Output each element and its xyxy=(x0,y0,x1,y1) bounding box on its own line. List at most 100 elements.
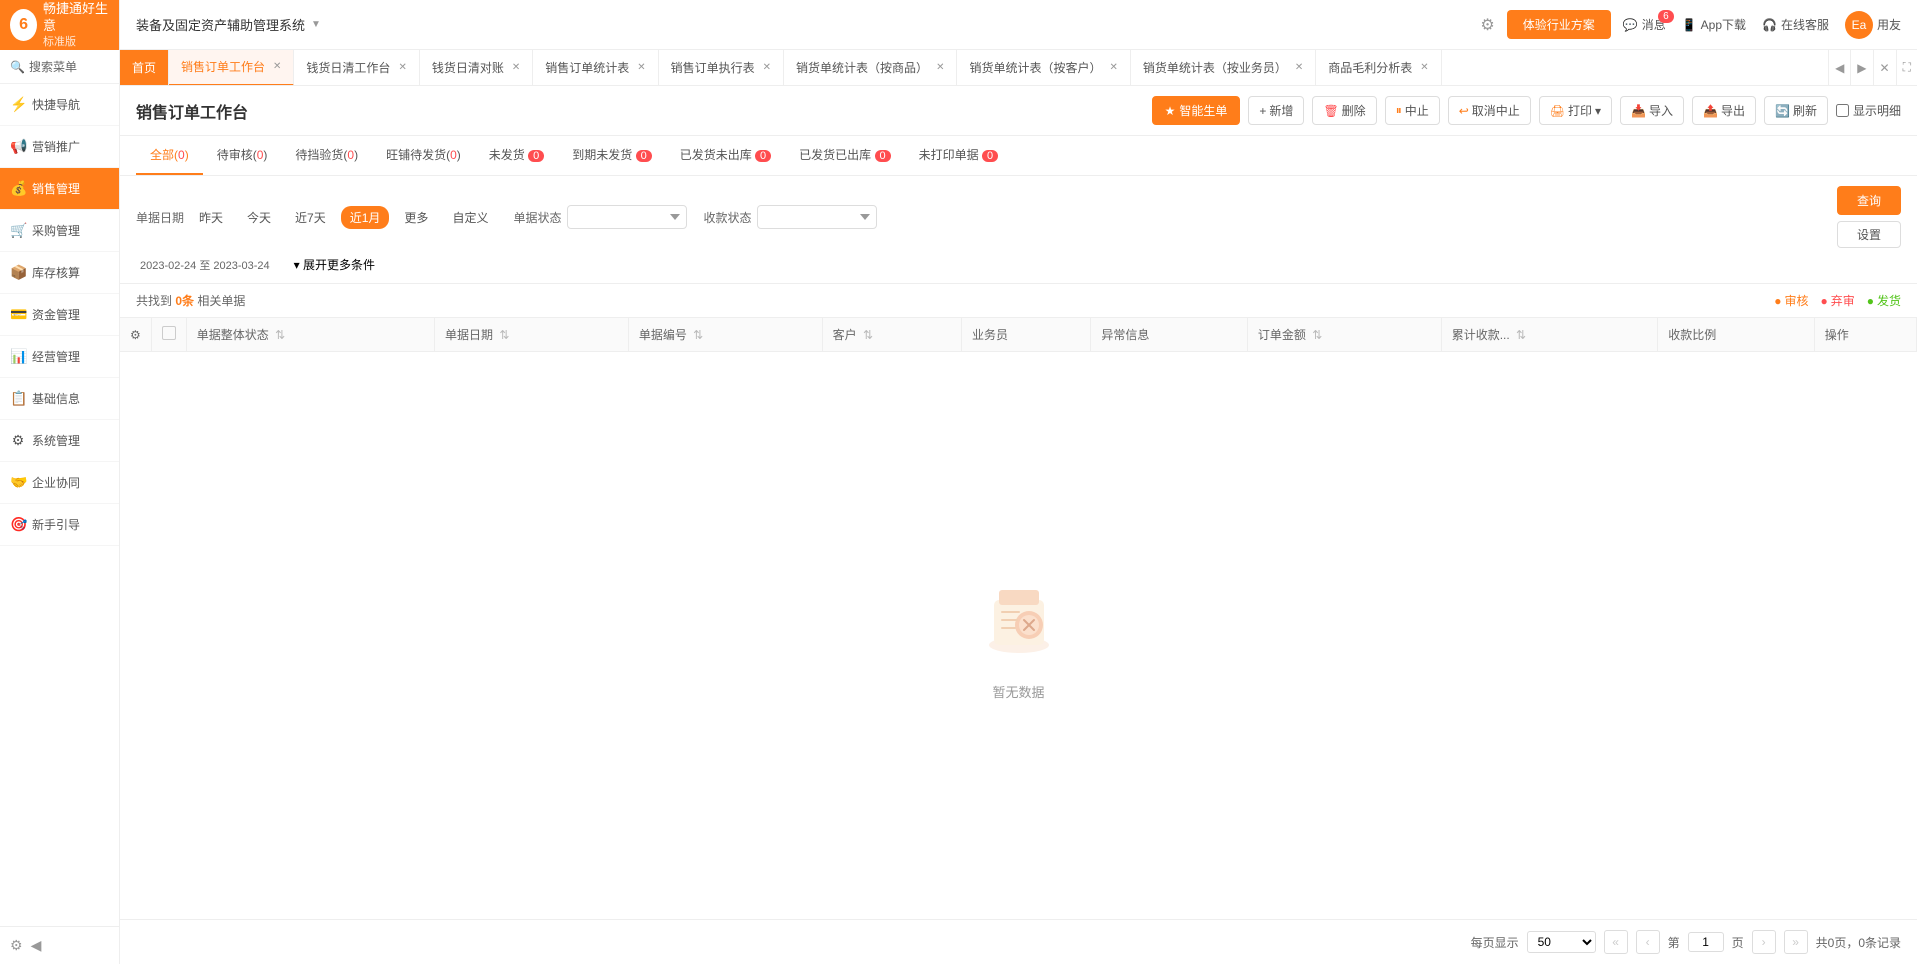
delete-icon: 🗑 xyxy=(1323,104,1338,118)
export-btn[interactable]: 📤 导出 xyxy=(1692,96,1756,125)
tab-next-btn[interactable]: ▶ xyxy=(1850,50,1872,86)
add-btn[interactable]: + 新增 xyxy=(1248,96,1304,125)
select-all-checkbox[interactable] xyxy=(162,326,176,340)
sidebar-collapse-icon[interactable]: ◀ xyxy=(31,937,42,954)
col-collected[interactable]: 累计收款... ⇅ xyxy=(1441,318,1658,352)
sidebar-item-finance[interactable]: 💳 资金管理 xyxy=(0,294,119,336)
sidebar-item-purchase[interactable]: 🛒 采购管理 xyxy=(0,210,119,252)
date-btn-yesterday[interactable]: 昨天 xyxy=(190,206,232,229)
col-customer[interactable]: 客户 ⇅ xyxy=(822,318,961,352)
col-number[interactable]: 单据编号 ⇅ xyxy=(628,318,822,352)
subtab-not-shipped[interactable]: 未发货 0 xyxy=(475,136,558,175)
col-abnormal[interactable]: 异常信息 xyxy=(1091,318,1248,352)
tab-gross-profit[interactable]: 商品毛利分析表 ✕ xyxy=(1316,50,1441,86)
tab-goods-stats-salesperson[interactable]: 销货单统计表（按业务员） ✕ xyxy=(1131,50,1316,86)
date-btn-custom[interactable]: 自定义 xyxy=(443,206,497,229)
page-prev-btn[interactable]: ‹ xyxy=(1636,930,1660,954)
expand-more-btn[interactable]: ▾ 展开更多条件 xyxy=(294,256,375,273)
online-service-btn[interactable]: 🎧 在线客服 xyxy=(1762,16,1829,33)
sidebar-item-sales[interactable]: 💰 销售管理 xyxy=(0,168,119,210)
sidebar-item-marketing[interactable]: 📢 营销推广 xyxy=(0,126,119,168)
tab-sales-exec-close[interactable]: ✕ xyxy=(763,62,771,73)
tab-prev-btn[interactable]: ◀ xyxy=(1828,50,1850,86)
tab-close-all-btn[interactable]: ✕ xyxy=(1873,50,1896,86)
subtab-pending-inspect[interactable]: 待挡验货(0) xyxy=(281,136,372,175)
setting-btn[interactable]: 设置 xyxy=(1837,221,1901,248)
page-number-input[interactable] xyxy=(1688,932,1724,952)
industry-btn[interactable]: 体验行业方案 xyxy=(1507,10,1611,39)
export-icon: 📤 xyxy=(1703,104,1718,118)
sidebar-item-operations[interactable]: 📊 经营管理 xyxy=(0,336,119,378)
sidebar-item-search[interactable]: 🔍 搜索菜单 xyxy=(0,50,119,84)
tab-cash-reconcile-close[interactable]: ✕ xyxy=(512,62,520,73)
page-last-btn[interactable]: » xyxy=(1784,930,1808,954)
col-ratio[interactable]: 收款比例 xyxy=(1658,318,1815,352)
tab-sales-order[interactable]: 销售订单工作台 ✕ xyxy=(169,50,294,86)
topbar-gear-icon[interactable]: ⚙ xyxy=(1480,15,1494,35)
batch-review-btn[interactable]: ● 审核 xyxy=(1774,292,1808,309)
tab-home[interactable]: 首页 xyxy=(120,50,169,86)
pause-btn[interactable]: ⏸ 中止 xyxy=(1385,96,1440,125)
subtab-pending-review[interactable]: 待审核(0) xyxy=(203,136,282,175)
refresh-btn[interactable]: 🔄 刷新 xyxy=(1764,96,1828,125)
sidebar-item-inventory[interactable]: 📦 库存核算 xyxy=(0,252,119,294)
sidebar-item-tutorial[interactable]: 🎯 新手引导 xyxy=(0,504,119,546)
title-dropdown-icon[interactable]: ▼ xyxy=(311,19,321,30)
page-first-btn[interactable]: « xyxy=(1604,930,1628,954)
sidebar-gear-icon[interactable]: ⚙ xyxy=(10,937,23,954)
sidebar-item-system[interactable]: ⚙ 系统管理 xyxy=(0,420,119,462)
print-btn[interactable]: 🖨 打印 ▾ xyxy=(1539,96,1612,125)
tab-goods-stats-product-close[interactable]: ✕ xyxy=(936,62,944,73)
message-btn[interactable]: 💬 消息 6 xyxy=(1623,16,1666,33)
batch-cancel-btn[interactable]: ● 弃审 xyxy=(1820,292,1854,309)
add-icon: + xyxy=(1259,104,1266,118)
tab-goods-stats-customer[interactable]: 销货单统计表（按客户） ✕ xyxy=(957,50,1130,86)
app-download-btn[interactable]: 📱 App下载 xyxy=(1682,16,1746,33)
tab-cash-daily[interactable]: 钱货日清工作台 ✕ xyxy=(294,50,419,86)
subtab-all[interactable]: 全部(0) xyxy=(136,136,203,175)
query-btn[interactable]: 查询 xyxy=(1837,186,1901,215)
user-menu-btn[interactable]: Ea 用友 xyxy=(1845,11,1901,39)
display-detail-label[interactable]: 显示明细 xyxy=(1836,102,1901,119)
col-salesperson[interactable]: 业务员 xyxy=(961,318,1090,352)
col-status[interactable]: 单据整体状态 ⇅ xyxy=(186,318,434,352)
date-btn-7days[interactable]: 近7天 xyxy=(286,206,335,229)
col-settings[interactable]: ⚙ xyxy=(120,318,151,352)
page-next-btn[interactable]: › xyxy=(1752,930,1776,954)
tab-sales-exec[interactable]: 销售订单执行表 ✕ xyxy=(659,50,784,86)
display-detail-checkbox[interactable] xyxy=(1836,104,1849,117)
tab-sales-order-close[interactable]: ✕ xyxy=(273,61,281,72)
col-amount[interactable]: 订单金额 ⇅ xyxy=(1247,318,1441,352)
tab-goods-stats-customer-close[interactable]: ✕ xyxy=(1109,62,1117,73)
subtab-shipped-out[interactable]: 已发货已出库 0 xyxy=(785,136,904,175)
sidebar-item-collaboration[interactable]: 🤝 企业协同 xyxy=(0,462,119,504)
smart-generate-btn[interactable]: ★ 智能生单 xyxy=(1152,96,1241,125)
batch-ship-btn[interactable]: ● 发货 xyxy=(1867,292,1901,309)
tab-cash-daily-close[interactable]: ✕ xyxy=(398,62,406,73)
delete-btn[interactable]: 🗑 删除 xyxy=(1312,96,1376,125)
col-checkbox[interactable] xyxy=(151,318,186,352)
col-date[interactable]: 单据日期 ⇅ xyxy=(435,318,629,352)
tab-sales-stats-close[interactable]: ✕ xyxy=(637,62,645,73)
tab-cash-reconcile[interactable]: 钱货日清对账 ✕ xyxy=(420,50,533,86)
sidebar-item-basic-info[interactable]: 📋 基础信息 xyxy=(0,378,119,420)
sidebar-item-quick-nav[interactable]: ⚡ 快捷导航 xyxy=(0,84,119,126)
tab-goods-stats-product[interactable]: 销货单统计表（按商品） ✕ xyxy=(784,50,957,86)
subtab-not-printed[interactable]: 未打印单据 0 xyxy=(905,136,1012,175)
payment-filter-select[interactable] xyxy=(757,205,877,229)
page-size-select[interactable]: 20 50 100 xyxy=(1527,931,1596,953)
date-btn-today[interactable]: 今天 xyxy=(238,206,280,229)
tab-maximize-btn[interactable]: ⛶ xyxy=(1896,50,1917,86)
cancel-pause-btn[interactable]: ↩ 取消中止 xyxy=(1448,96,1531,125)
print-dropdown-icon: ▾ xyxy=(1595,104,1601,118)
tab-sales-stats[interactable]: 销售订单统计表 ✕ xyxy=(533,50,658,86)
date-btn-1month[interactable]: 近1月 xyxy=(341,206,390,229)
import-btn[interactable]: 📥 导入 xyxy=(1620,96,1684,125)
date-btn-more[interactable]: 更多 xyxy=(395,206,437,229)
tab-gross-profit-close[interactable]: ✕ xyxy=(1420,62,1428,73)
subtab-wangpu-pending[interactable]: 旺铺待发货(0) xyxy=(372,136,475,175)
tab-goods-stats-salesperson-close[interactable]: ✕ xyxy=(1295,62,1303,73)
status-filter-select[interactable] xyxy=(567,205,687,229)
subtab-overdue-not-shipped[interactable]: 到期未发货 0 xyxy=(558,136,665,175)
subtab-shipped-not-out[interactable]: 已发货未出库 0 xyxy=(666,136,785,175)
